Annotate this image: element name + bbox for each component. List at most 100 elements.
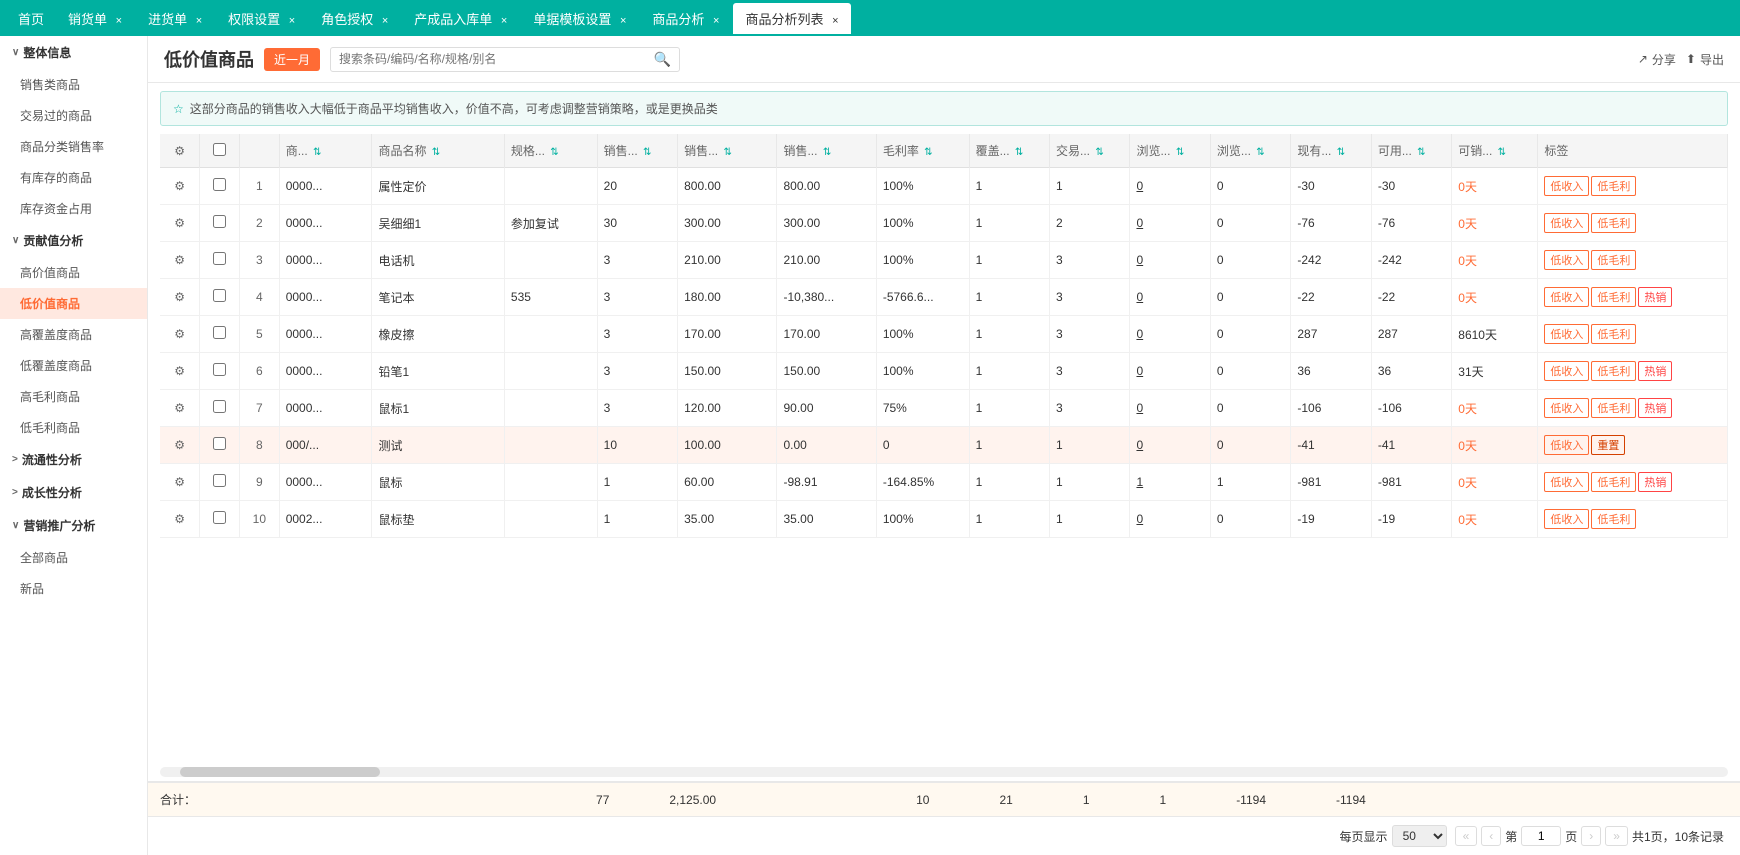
nav-tab-销货单[interactable]: 销货单 ×: [56, 3, 134, 34]
nav-tab-产成品入库单[interactable]: 产成品入库单 ×: [402, 3, 519, 34]
row-current-stock: -981: [1291, 464, 1371, 501]
col-browse2[interactable]: 浏览... ⇅: [1210, 134, 1290, 168]
col-spec[interactable]: 规格... ⇅: [504, 134, 597, 168]
row-settings[interactable]: ⚙: [160, 205, 200, 242]
row-settings[interactable]: ⚙: [160, 501, 200, 538]
row-checkbox[interactable]: [213, 511, 226, 524]
col-sales-cost[interactable]: 销售... ⇅: [777, 134, 876, 168]
sidebar-item-低毛利商品[interactable]: 低毛利商品: [0, 412, 147, 443]
row-checkbox[interactable]: [213, 215, 226, 228]
search-input[interactable]: [339, 52, 648, 66]
nav-tab-权限设置[interactable]: 权限设置 ×: [216, 3, 307, 34]
row-settings[interactable]: ⚙: [160, 242, 200, 279]
row-settings[interactable]: ⚙: [160, 316, 200, 353]
row-checkbox[interactable]: [213, 400, 226, 413]
nav-tab-商品分析[interactable]: 商品分析 ×: [640, 3, 731, 34]
table-container[interactable]: ⚙ 商... ⇅ 商品名称 ⇅ 规格... ⇅ 销售... ⇅ 销售... ⇅ …: [148, 134, 1740, 767]
browse1-link[interactable]: 0: [1136, 253, 1143, 267]
row-current-stock: -106: [1291, 390, 1371, 427]
share-button[interactable]: ↗ 分享: [1638, 51, 1676, 68]
summary-row: 合计： 77 2,125.00 10 21 1 1 -1194 -1194: [148, 781, 1740, 816]
row-settings[interactable]: ⚙: [160, 168, 200, 205]
row-settings[interactable]: ⚙: [160, 464, 200, 501]
col-name[interactable]: 商品名称 ⇅: [372, 134, 504, 168]
row-gross-rate: 0: [876, 427, 969, 464]
sidebar-group-贡献值分析[interactable]: ∨ 贡献值分析: [0, 224, 147, 257]
horizontal-scrollbar[interactable]: [160, 767, 1728, 777]
row-settings[interactable]: ⚙: [160, 353, 200, 390]
search-icon[interactable]: 🔍: [654, 51, 671, 68]
filter-button[interactable]: 近一月: [264, 48, 320, 71]
row-checkbox[interactable]: [213, 178, 226, 191]
col-available[interactable]: 可用... ⇅: [1371, 134, 1451, 168]
col-sales-qty[interactable]: 销售... ⇅: [597, 134, 677, 168]
col-code[interactable]: 商... ⇅: [279, 134, 372, 168]
row-num: 3: [239, 242, 279, 279]
export-button[interactable]: ⬆ 导出: [1686, 51, 1724, 68]
row-checkbox[interactable]: [213, 437, 226, 450]
row-settings[interactable]: ⚙: [160, 390, 200, 427]
select-all-checkbox[interactable]: [213, 143, 226, 156]
row-available: -981: [1371, 464, 1451, 501]
col-trade[interactable]: 交易... ⇅: [1050, 134, 1130, 168]
first-page-button[interactable]: «: [1455, 826, 1478, 846]
browse1-link[interactable]: 0: [1136, 179, 1143, 193]
browse1-link[interactable]: 0: [1136, 401, 1143, 415]
col-settings[interactable]: ⚙: [160, 134, 200, 168]
sidebar-item-低覆盖度商品[interactable]: 低覆盖度商品: [0, 350, 147, 381]
row-sellable: 0天: [1452, 168, 1538, 205]
sidebar-item-高覆盖度商品[interactable]: 高覆盖度商品: [0, 319, 147, 350]
row-checkbox[interactable]: [213, 363, 226, 376]
sidebar-item-有库存的商品[interactable]: 有库存的商品: [0, 162, 147, 193]
sidebar-item-新品[interactable]: 新品: [0, 573, 147, 604]
row-checkbox[interactable]: [213, 474, 226, 487]
sidebar-item-商品分类销售率[interactable]: 商品分类销售率: [0, 131, 147, 162]
next-page-button[interactable]: ›: [1581, 826, 1601, 846]
col-sellable[interactable]: 可销... ⇅: [1452, 134, 1538, 168]
browse1-link[interactable]: 0: [1136, 364, 1143, 378]
row-name: 鼠标垫: [372, 501, 504, 538]
nav-tab-商品分析列表[interactable]: 商品分析列表 ×: [733, 3, 850, 34]
sidebar-item-低价值商品[interactable]: 低价值商品: [0, 288, 147, 319]
browse1-link[interactable]: 0: [1136, 512, 1143, 526]
sidebar-group-整体信息[interactable]: ∨ 整体信息: [0, 36, 147, 69]
row-name: 笔记本: [372, 279, 504, 316]
nav-tab-进货单[interactable]: 进货单 ×: [136, 3, 214, 34]
col-sales-amount[interactable]: 销售... ⇅: [678, 134, 777, 168]
row-gross-rate: 100%: [876, 353, 969, 390]
sidebar-item-全部商品[interactable]: 全部商品: [0, 542, 147, 573]
browse1-link[interactable]: 0: [1136, 216, 1143, 230]
page-size-select[interactable]: 50 100 200: [1392, 825, 1447, 847]
nav-home[interactable]: 首页: [8, 3, 54, 34]
col-checkbox[interactable]: [200, 134, 240, 168]
nav-tab-角色授权[interactable]: 角色授权 ×: [309, 3, 400, 34]
last-page-button[interactable]: »: [1605, 826, 1628, 846]
browse1-link[interactable]: 0: [1136, 327, 1143, 341]
col-current-stock[interactable]: 现有... ⇅: [1291, 134, 1371, 168]
sidebar-item-高毛利商品[interactable]: 高毛利商品: [0, 381, 147, 412]
sidebar-group-流通性分析[interactable]: > 流通性分析: [0, 443, 147, 476]
row-checkbox[interactable]: [213, 326, 226, 339]
row-settings[interactable]: ⚙: [160, 279, 200, 316]
nav-tab-单据模板设置[interactable]: 单据模板设置 ×: [521, 3, 638, 34]
row-checkbox[interactable]: [213, 252, 226, 265]
sidebar-item-交易过的商品[interactable]: 交易过的商品: [0, 100, 147, 131]
sidebar-group-营销推广分析[interactable]: ∨ 营销推广分析: [0, 509, 147, 542]
browse1-link[interactable]: 1: [1136, 475, 1143, 489]
row-checkbox[interactable]: [213, 289, 226, 302]
browse1-link[interactable]: 0: [1136, 290, 1143, 304]
sidebar-item-库存资金占用[interactable]: 库存资金占用: [0, 193, 147, 224]
prev-page-button[interactable]: ‹: [1481, 826, 1501, 846]
sidebar-item-销售类商品[interactable]: 销售类商品: [0, 69, 147, 100]
col-coverage[interactable]: 覆盖... ⇅: [969, 134, 1049, 168]
col-browse1[interactable]: 浏览... ⇅: [1130, 134, 1210, 168]
row-settings[interactable]: ⚙: [160, 427, 200, 464]
browse1-link[interactable]: 0: [1136, 438, 1143, 452]
scroll-thumb[interactable]: [180, 767, 380, 777]
page-number-input[interactable]: [1521, 826, 1561, 846]
row-browse1: 0: [1130, 205, 1210, 242]
sidebar-group-成长性分析[interactable]: > 成长性分析: [0, 476, 147, 509]
table-body: ⚙ 1 0000... 属性定价 20 800.00 800.00 100% 1…: [160, 168, 1728, 538]
sidebar-item-高价值商品[interactable]: 高价值商品: [0, 257, 147, 288]
col-gross-rate[interactable]: 毛利率 ⇅: [876, 134, 969, 168]
